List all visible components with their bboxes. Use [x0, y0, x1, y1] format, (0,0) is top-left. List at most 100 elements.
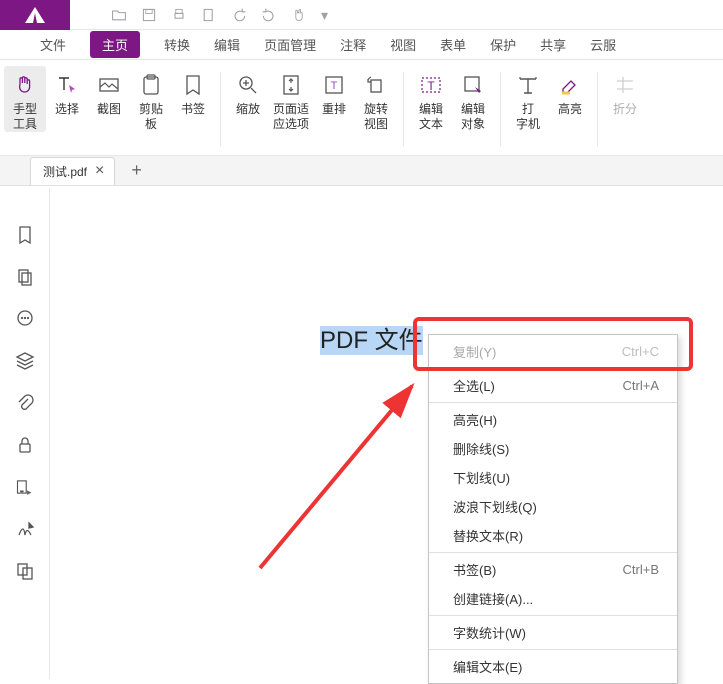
ribbon-screenshot[interactable]: 截图 [88, 66, 130, 117]
menu-share[interactable]: 共享 [540, 35, 566, 54]
collapse-icon [612, 72, 638, 98]
ctx-shortcut: Ctrl+A [623, 378, 659, 393]
side-bookmark-icon[interactable] [14, 224, 36, 246]
fit-page-icon [278, 72, 304, 98]
ctx-shortcut: Ctrl+B [623, 562, 659, 577]
side-comments-icon[interactable] [14, 308, 36, 330]
ribbon-label: 书签 [181, 102, 205, 117]
side-security-icon[interactable] [14, 434, 36, 456]
quick-access-toolbar: ▾ [70, 6, 338, 24]
ribbon-select[interactable]: 选择 [46, 66, 88, 117]
redo-icon[interactable] [260, 6, 278, 24]
hand-icon [12, 72, 38, 98]
ribbon-label: 编辑 对象 [461, 102, 485, 132]
ctx-label: 波浪下划线(Q) [453, 497, 537, 516]
ribbon-reflow[interactable]: T 重排 [313, 66, 355, 117]
clipboard-icon [138, 72, 164, 98]
menu-comment[interactable]: 注释 [340, 35, 366, 54]
ribbon-separator [500, 72, 501, 146]
menu-page[interactable]: 页面管理 [264, 35, 316, 54]
menu-protect[interactable]: 保护 [490, 35, 516, 54]
edit-object-icon [460, 72, 486, 98]
ribbon-bookmark[interactable]: 书签 [172, 66, 214, 117]
zoom-icon [235, 72, 261, 98]
ctx-create-link[interactable]: 创建链接(A)... [429, 584, 677, 613]
ribbon-edit-text[interactable]: T 编辑 文本 [410, 66, 452, 132]
new-page-icon[interactable] [200, 6, 218, 24]
ctx-label: 删除线(S) [453, 439, 509, 458]
svg-text:T: T [427, 79, 435, 93]
side-signature-icon[interactable]: ▸ [14, 476, 36, 498]
ctx-label: 高亮(H) [453, 410, 497, 429]
separator [429, 368, 677, 369]
screenshot-icon [96, 72, 122, 98]
ctx-strikeout[interactable]: 删除线(S) [429, 434, 677, 463]
ctx-select-all[interactable]: 全选(L) Ctrl+A [429, 371, 677, 400]
reflow-icon: T [321, 72, 347, 98]
menu-form[interactable]: 表单 [440, 35, 466, 54]
ctx-underline[interactable]: 下划线(U) [429, 463, 677, 492]
ribbon-clipboard[interactable]: 剪贴 板 [130, 66, 172, 132]
menu-view[interactable]: 视图 [390, 35, 416, 54]
ribbon-label: 打 字机 [516, 102, 540, 132]
separator [429, 615, 677, 616]
svg-text:T: T [331, 80, 338, 92]
ribbon-label: 编辑 文本 [419, 102, 443, 132]
side-compare-icon[interactable] [14, 560, 36, 582]
ctx-highlight[interactable]: 高亮(H) [429, 405, 677, 434]
ctx-label: 书签(B) [453, 560, 496, 579]
menu-convert[interactable]: 转换 [164, 35, 190, 54]
ribbon-label: 缩放 [236, 102, 260, 117]
ctx-label: 字数统计(W) [453, 623, 526, 642]
ribbon-highlight[interactable]: 高亮 [549, 66, 591, 117]
side-form-icon[interactable] [14, 518, 36, 540]
ctx-label: 全选(L) [453, 376, 495, 395]
tab-strip: 测试.pdf × + [0, 156, 723, 186]
add-tab-button[interactable]: + [131, 160, 142, 181]
document-tab[interactable]: 测试.pdf × [30, 157, 115, 185]
ribbon-separator [220, 72, 221, 146]
ctx-word-count[interactable]: 字数统计(W) [429, 618, 677, 647]
ctx-replace-text[interactable]: 替换文本(R) [429, 521, 677, 550]
hand-small-icon[interactable] [290, 6, 308, 24]
more-icon[interactable]: ▾ [320, 6, 338, 24]
ribbon-edit-object[interactable]: 编辑 对象 [452, 66, 494, 132]
ribbon-fit-page[interactable]: 页面适 应选项 [269, 66, 313, 132]
ribbon-typewriter[interactable]: 打 字机 [507, 66, 549, 132]
ctx-squiggly[interactable]: 波浪下划线(Q) [429, 492, 677, 521]
side-pages-icon[interactable] [14, 266, 36, 288]
menu-edit[interactable]: 编辑 [214, 35, 240, 54]
ribbon-hand-tool[interactable]: 手型 工具 [4, 66, 46, 132]
ribbon-separator [403, 72, 404, 146]
ribbon-zoom[interactable]: 缩放 [227, 66, 269, 117]
close-icon[interactable]: × [95, 162, 104, 180]
ctx-label: 创建链接(A)... [453, 589, 533, 608]
undo-icon[interactable] [230, 6, 248, 24]
menu-home[interactable]: 主页 [90, 31, 140, 58]
menu-file[interactable]: 文件 [40, 35, 66, 54]
ribbon-collapse[interactable]: 折分 [604, 66, 646, 117]
open-icon[interactable] [110, 6, 128, 24]
ctx-label: 下划线(U) [453, 468, 510, 487]
ribbon-label: 页面适 应选项 [273, 102, 309, 132]
ribbon-rotate[interactable]: 旋转 视图 [355, 66, 397, 132]
separator [429, 649, 677, 650]
save-icon[interactable] [140, 6, 158, 24]
ribbon-label: 折分 [613, 102, 637, 117]
edit-text-icon: T [418, 72, 444, 98]
selected-text[interactable]: PDF 文件 [320, 320, 423, 355]
ctx-edit-text[interactable]: 编辑文本(E) [429, 652, 677, 681]
ctx-bookmark[interactable]: 书签(B) Ctrl+B [429, 555, 677, 584]
menu-cloud[interactable]: 云服 [590, 35, 616, 54]
side-layers-icon[interactable] [14, 350, 36, 372]
ctx-shortcut: Ctrl+C [622, 344, 659, 359]
title-bar: ▾ [0, 0, 723, 30]
separator [429, 402, 677, 403]
ribbon: 手型 工具 选择 截图 剪贴 板 书签 缩放 页面适 应选项 T 重排 旋转 视… [0, 60, 723, 156]
side-attachment-icon[interactable] [14, 392, 36, 414]
ribbon-label: 剪贴 板 [139, 102, 163, 132]
print-icon[interactable] [170, 6, 188, 24]
ribbon-label: 重排 [322, 102, 346, 117]
ribbon-label: 旋转 视图 [364, 102, 388, 132]
rotate-icon [363, 72, 389, 98]
